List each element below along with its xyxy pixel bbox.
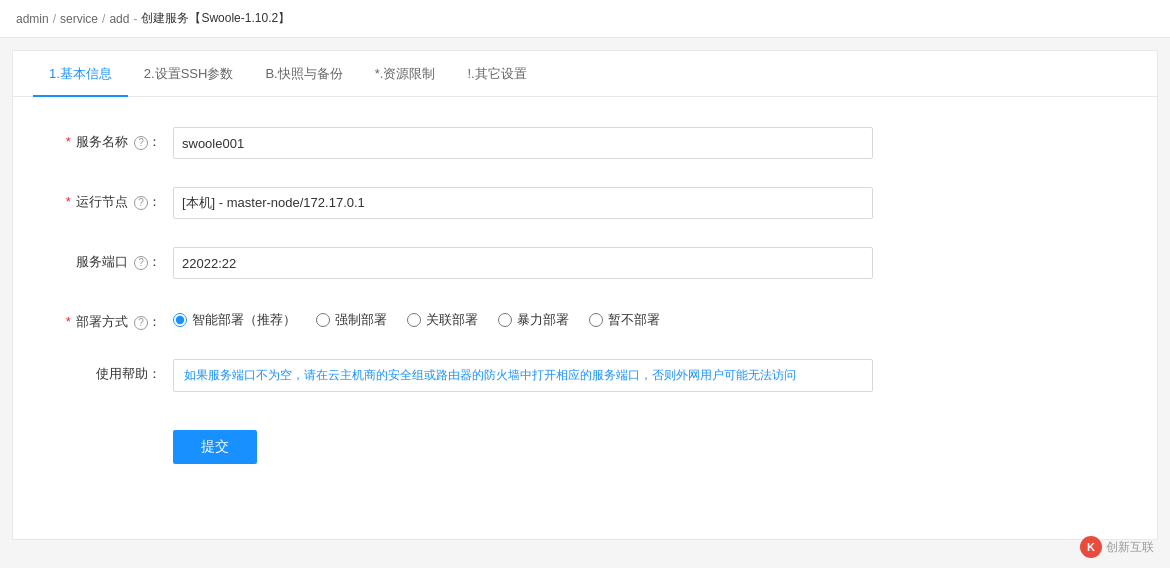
breadcrumb-admin[interactable]: admin — [16, 12, 49, 26]
service-port-control — [173, 247, 873, 279]
label-run-node: * 运行节点 ?： — [53, 187, 173, 211]
form-row-service-name: * 服务名称 ?： — [13, 127, 1157, 159]
label-service-name: * 服务名称 ?： — [53, 127, 173, 151]
run-node-input[interactable] — [173, 187, 873, 219]
breadcrumb-add: add — [109, 12, 129, 26]
radio-group-deploy: 智能部署（推荐） 强制部署 关联部署 暴力部署 — [173, 307, 873, 329]
radio-label-smart: 智能部署（推荐） — [192, 311, 296, 329]
tab-bar: 1.基本信息 2.设置SSH参数 B.快照与备份 *.资源限制 !.其它设置 — [13, 51, 1157, 97]
submit-button[interactable]: 提交 — [173, 430, 257, 464]
radio-label-related: 关联部署 — [426, 311, 478, 329]
radio-input-nodelay[interactable] — [589, 313, 603, 327]
breadcrumb-dash: - — [133, 12, 137, 26]
service-name-control — [173, 127, 873, 159]
main-content: 1.基本信息 2.设置SSH参数 B.快照与备份 *.资源限制 !.其它设置 *… — [12, 50, 1158, 540]
help-text-control: 如果服务端口不为空，请在云主机商的安全组或路由器的防火墙中打开相应的服务端口，否… — [173, 359, 873, 392]
radio-force[interactable]: 强制部署 — [316, 311, 387, 329]
breadcrumb-sep-1: / — [53, 12, 56, 26]
tab-ssh[interactable]: 2.设置SSH参数 — [128, 51, 250, 97]
label-deploy-mode: * 部署方式 ?： — [53, 307, 173, 331]
help-text-content: 如果服务端口不为空，请在云主机商的安全组或路由器的防火墙中打开相应的服务端口，否… — [173, 359, 873, 392]
service-port-input[interactable] — [173, 247, 873, 279]
tab-resource[interactable]: *.资源限制 — [359, 51, 452, 97]
form-row-service-port: 服务端口 ?： — [13, 247, 1157, 279]
help-icon-service-port[interactable]: ? — [134, 256, 148, 270]
radio-input-force[interactable] — [316, 313, 330, 327]
logo-icon: K — [1080, 536, 1102, 558]
help-icon-run-node[interactable]: ? — [134, 196, 148, 210]
breadcrumb-title: 创建服务【Swoole-1.10.2】 — [141, 10, 290, 27]
required-star: * — [66, 134, 71, 149]
radio-label-nodelay: 暂不部署 — [608, 311, 660, 329]
radio-input-related[interactable] — [407, 313, 421, 327]
tab-snapshot[interactable]: B.快照与备份 — [249, 51, 358, 97]
breadcrumb-sep-2: / — [102, 12, 105, 26]
label-service-port: 服务端口 ?： — [53, 247, 173, 271]
service-name-input[interactable] — [173, 127, 873, 159]
radio-label-force: 强制部署 — [335, 311, 387, 329]
form-row-deploy-mode: * 部署方式 ?： 智能部署（推荐） 强制部署 关联部署 — [13, 307, 1157, 331]
required-star-3: * — [66, 314, 71, 329]
logo-text: 创新互联 — [1106, 539, 1154, 556]
radio-brutal[interactable]: 暴力部署 — [498, 311, 569, 329]
radio-input-smart[interactable] — [173, 313, 187, 327]
help-icon-deploy-mode[interactable]: ? — [134, 316, 148, 330]
submit-row: 提交 — [13, 420, 1157, 474]
form-row-help: 使用帮助： 如果服务端口不为空，请在云主机商的安全组或路由器的防火墙中打开相应的… — [13, 359, 1157, 392]
form-area: * 服务名称 ?： * 运行节点 ?： 服务端口 ?： — [13, 97, 1157, 504]
required-star-2: * — [66, 194, 71, 209]
label-help: 使用帮助： — [53, 359, 173, 383]
radio-smart[interactable]: 智能部署（推荐） — [173, 311, 296, 329]
bottom-logo: K 创新互联 — [1080, 536, 1154, 558]
deploy-mode-control: 智能部署（推荐） 强制部署 关联部署 暴力部署 — [173, 307, 873, 329]
tab-basic[interactable]: 1.基本信息 — [33, 51, 128, 97]
breadcrumb-service[interactable]: service — [60, 12, 98, 26]
radio-label-brutal: 暴力部署 — [517, 311, 569, 329]
form-row-run-node: * 运行节点 ?： — [13, 187, 1157, 219]
breadcrumb-bar: admin / service / add - 创建服务【Swoole-1.10… — [0, 0, 1170, 38]
run-node-control — [173, 187, 873, 219]
help-icon-service-name[interactable]: ? — [134, 136, 148, 150]
radio-nodelay[interactable]: 暂不部署 — [589, 311, 660, 329]
tab-other[interactable]: !.其它设置 — [451, 51, 542, 97]
radio-related[interactable]: 关联部署 — [407, 311, 478, 329]
radio-input-brutal[interactable] — [498, 313, 512, 327]
